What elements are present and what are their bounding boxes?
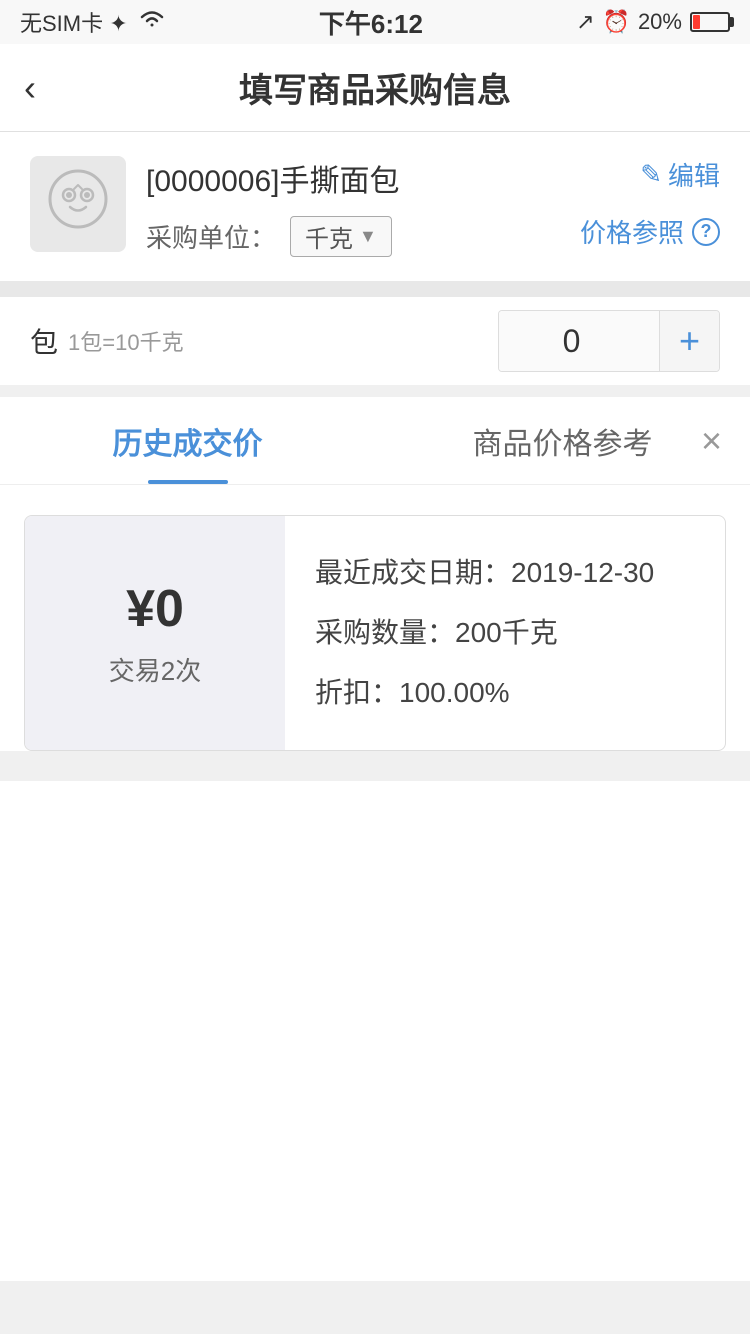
history-detail-panel: 最近成交日期：2019-12-30 采购数量：200千克 折扣：100.00% — [285, 516, 725, 750]
history-price-panel: ¥0 交易2次 — [25, 516, 285, 750]
discount-line: 折扣：100.00% — [315, 672, 695, 714]
edit-label: 编辑 — [668, 156, 720, 193]
separator — [0, 281, 750, 297]
quantity-row: 包 1包=10千克 + — [0, 297, 750, 385]
product-unit-row: 采购单位： 千克 ▼ — [146, 216, 399, 257]
tabs-section: 历史成交价 商品价格参考 × ¥0 交易2次 最近成交日期：2019-12-30… — [0, 397, 750, 751]
battery-text: 20% — [638, 9, 682, 35]
tab-price-reference[interactable]: 商品价格参考 — [375, 397, 750, 484]
alarm-icon: ⏰ — [603, 9, 630, 35]
trade-count: 交易2次 — [109, 651, 201, 688]
edit-button[interactable]: ✎ 编辑 — [640, 156, 720, 193]
product-logo — [48, 169, 108, 239]
purchase-qty-label: 采购数量： — [315, 617, 455, 648]
product-name: [0000006]手撕面包 — [146, 156, 399, 200]
carrier-text: 无SIM卡 ✦ — [20, 6, 128, 38]
location-icon: ↗ — [576, 9, 594, 35]
quantity-control: + — [498, 310, 720, 372]
recent-date-value: 2019-12-30 — [511, 557, 654, 588]
nav-bar: ‹ 填写商品采购信息 — [0, 44, 750, 132]
recent-date-line: 最近成交日期：2019-12-30 — [315, 552, 695, 594]
help-icon[interactable]: ? — [692, 218, 720, 246]
status-left: 无SIM卡 ✦ — [20, 6, 166, 38]
purchase-qty-value: 200千克 — [455, 617, 558, 648]
close-button[interactable]: × — [701, 420, 722, 462]
edit-icon: ✎ — [640, 159, 662, 190]
purchase-qty-line: 采购数量：200千克 — [315, 612, 695, 654]
product-card: [0000006]手撕面包 采购单位： 千克 ▼ ✎ 编辑 价格参照 ? — [0, 132, 750, 281]
status-time: 下午6:12 — [319, 4, 423, 41]
price-ref-button[interactable]: 价格参照 ? — [580, 213, 720, 250]
unit-value: 千克 — [305, 219, 353, 254]
status-right: ↗ ⏰ 20% — [576, 9, 730, 35]
page-title: 填写商品采购信息 — [239, 63, 511, 112]
tab-history-price[interactable]: 历史成交价 — [0, 397, 375, 484]
back-button[interactable]: ‹ — [24, 70, 36, 106]
unit-label: 采购单位： — [146, 218, 276, 255]
quantity-plus-button[interactable]: + — [659, 311, 719, 371]
tab-price-ref-label: 商品价格参考 — [473, 419, 653, 463]
history-card: ¥0 交易2次 最近成交日期：2019-12-30 采购数量：200千克 折扣：… — [24, 515, 726, 751]
quantity-unit-label: 包 — [30, 321, 58, 361]
price-ref-label: 价格参照 — [580, 213, 684, 250]
page-rest — [0, 781, 750, 1281]
discount-value: 100.00% — [399, 677, 510, 708]
battery-icon — [690, 12, 730, 32]
status-bar: 无SIM卡 ✦ 下午6:12 ↗ ⏰ 20% — [0, 0, 750, 44]
recent-date-label: 最近成交日期： — [315, 557, 511, 588]
tab-history-label: 历史成交价 — [113, 419, 263, 463]
discount-label: 折扣： — [315, 677, 399, 708]
history-price: ¥0 — [126, 579, 184, 639]
quantity-input[interactable] — [499, 311, 659, 371]
caret-icon: ▼ — [359, 226, 377, 247]
tab-underline — [148, 480, 228, 484]
unit-badge[interactable]: 千克 ▼ — [290, 216, 392, 257]
wifi-icon — [138, 9, 166, 35]
quantity-conversion: 1包=10千克 — [68, 325, 184, 357]
product-image — [30, 156, 126, 252]
tabs-header: 历史成交价 商品价格参考 × — [0, 397, 750, 485]
